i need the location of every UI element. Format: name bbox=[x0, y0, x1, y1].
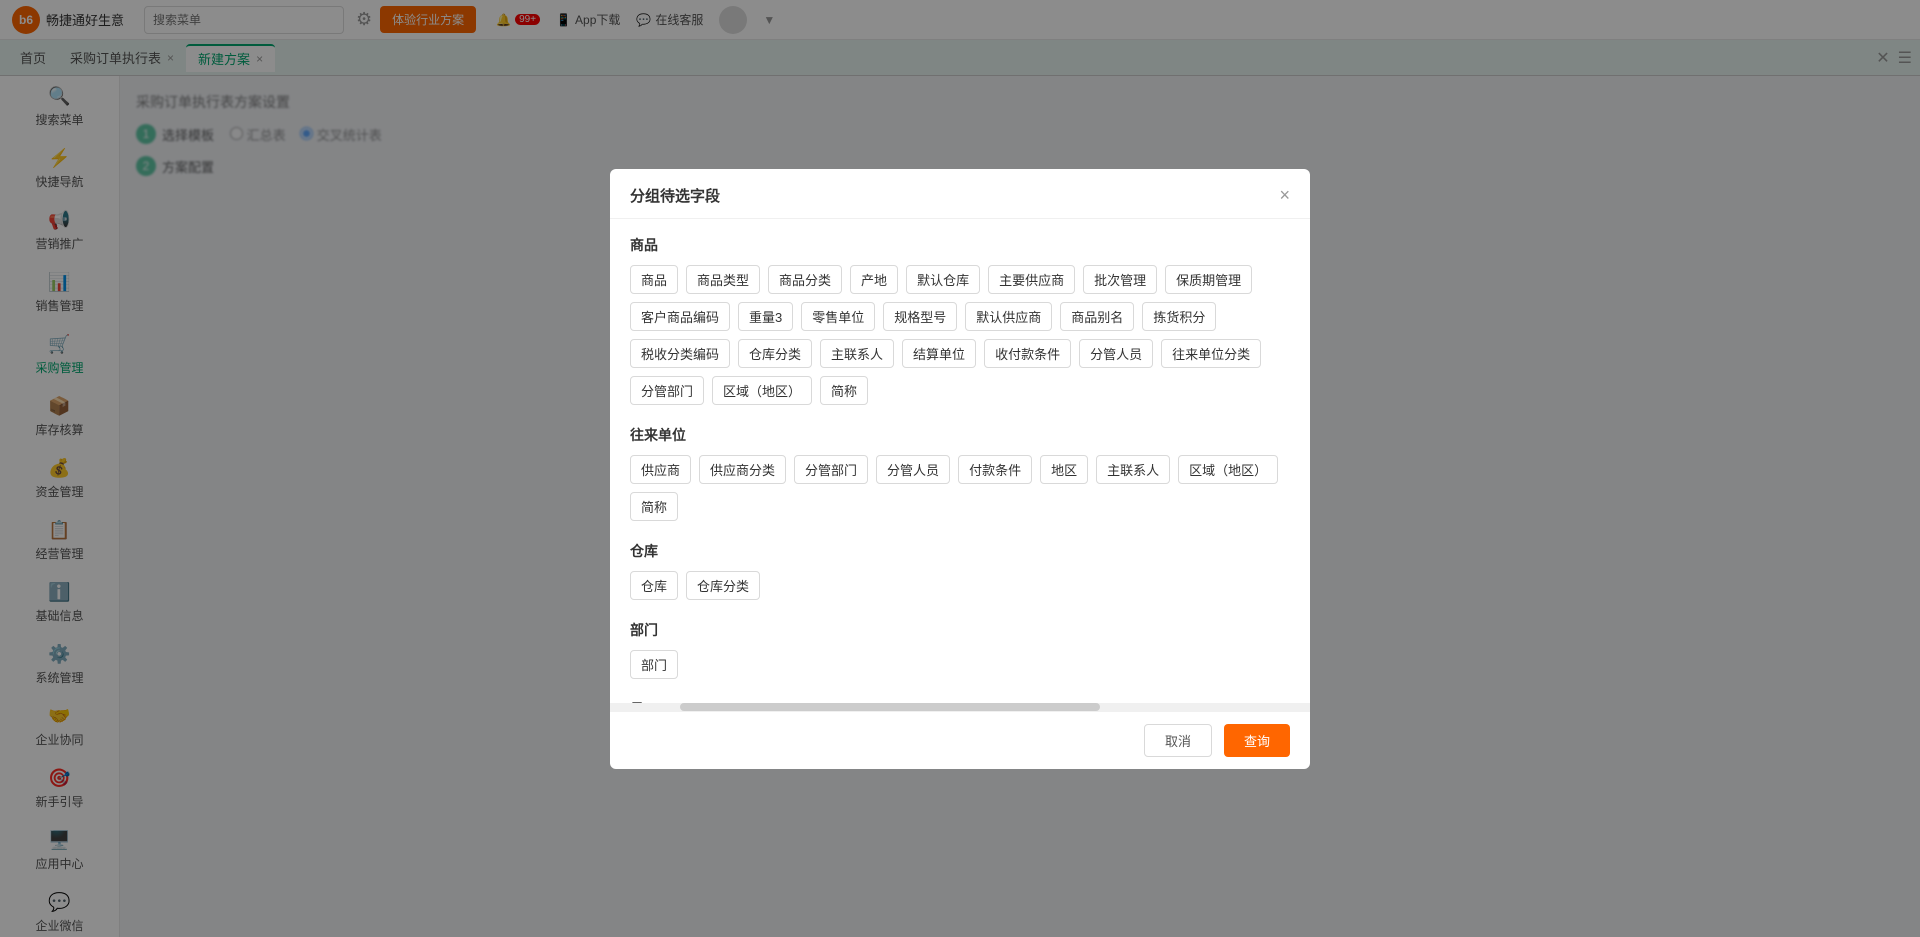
tag-goods-18[interactable]: 结算单位 bbox=[902, 339, 976, 368]
tag-warehouse-1[interactable]: 仓库分类 bbox=[686, 571, 760, 600]
section-department-tags: 部门 bbox=[630, 650, 1290, 679]
tag-goods-9[interactable]: 重量3 bbox=[738, 302, 793, 331]
scrollbar-thumb bbox=[680, 703, 1100, 711]
cancel-button[interactable]: 取消 bbox=[1144, 724, 1212, 757]
tag-goods-13[interactable]: 商品别名 bbox=[1060, 302, 1134, 331]
tag-goods-0[interactable]: 商品 bbox=[630, 265, 678, 294]
tag-goods-22[interactable]: 分管部门 bbox=[630, 376, 704, 405]
tag-department-0[interactable]: 部门 bbox=[630, 650, 678, 679]
modal-close-btn[interactable]: × bbox=[1279, 185, 1290, 206]
tag-goods-12[interactable]: 默认供应商 bbox=[965, 302, 1052, 331]
tag-goods-14[interactable]: 拣货积分 bbox=[1142, 302, 1216, 331]
tag-partner-1[interactable]: 供应商分类 bbox=[699, 455, 786, 484]
tag-goods-17[interactable]: 主联系人 bbox=[820, 339, 894, 368]
horizontal-scrollbar[interactable] bbox=[610, 703, 1310, 711]
tag-goods-11[interactable]: 规格型号 bbox=[883, 302, 957, 331]
tag-goods-15[interactable]: 税收分类编码 bbox=[630, 339, 730, 368]
tag-goods-4[interactable]: 默认仓库 bbox=[906, 265, 980, 294]
tag-goods-5[interactable]: 主要供应商 bbox=[988, 265, 1075, 294]
section-warehouse-tags: 仓库 仓库分类 bbox=[630, 571, 1290, 600]
tag-partner-4[interactable]: 付款条件 bbox=[958, 455, 1032, 484]
section-goods: 商品 商品 商品类型 商品分类 产地 默认仓库 主要供应商 批次管理 保质期管理… bbox=[630, 235, 1290, 405]
tag-partner-8[interactable]: 简称 bbox=[630, 492, 678, 521]
tag-goods-16[interactable]: 仓库分类 bbox=[738, 339, 812, 368]
section-goods-title: 商品 bbox=[630, 235, 1290, 255]
tag-goods-2[interactable]: 商品分类 bbox=[768, 265, 842, 294]
tag-partner-2[interactable]: 分管部门 bbox=[794, 455, 868, 484]
field-select-modal: 分组待选字段 × 商品 商品 商品类型 商品分类 产地 默认仓库 主要供应商 批… bbox=[610, 169, 1310, 769]
section-partner-tags: 供应商 供应商分类 分管部门 分管人员 付款条件 地区 主联系人 区域（地区） … bbox=[630, 455, 1290, 521]
tag-goods-7[interactable]: 保质期管理 bbox=[1165, 265, 1252, 294]
confirm-button[interactable]: 查询 bbox=[1224, 724, 1290, 757]
tag-goods-19[interactable]: 收付款条件 bbox=[984, 339, 1071, 368]
modal-body: 商品 商品 商品类型 商品分类 产地 默认仓库 主要供应商 批次管理 保质期管理… bbox=[610, 219, 1310, 703]
tag-goods-1[interactable]: 商品类型 bbox=[686, 265, 760, 294]
tag-partner-3[interactable]: 分管人员 bbox=[876, 455, 950, 484]
tag-goods-6[interactable]: 批次管理 bbox=[1083, 265, 1157, 294]
tag-goods-24[interactable]: 简称 bbox=[820, 376, 868, 405]
section-partner-title: 往来单位 bbox=[630, 425, 1290, 445]
modal-overlay[interactable]: 分组待选字段 × 商品 商品 商品类型 商品分类 产地 默认仓库 主要供应商 批… bbox=[0, 0, 1920, 937]
tag-partner-0[interactable]: 供应商 bbox=[630, 455, 691, 484]
modal-footer: 取消 查询 bbox=[610, 711, 1310, 769]
tag-partner-5[interactable]: 地区 bbox=[1040, 455, 1088, 484]
section-department: 部门 部门 bbox=[630, 620, 1290, 679]
tag-goods-23[interactable]: 区域（地区） bbox=[712, 376, 812, 405]
section-department-title: 部门 bbox=[630, 620, 1290, 640]
modal-header: 分组待选字段 × bbox=[610, 169, 1310, 219]
tag-partner-6[interactable]: 主联系人 bbox=[1096, 455, 1170, 484]
tag-goods-8[interactable]: 客户商品编码 bbox=[630, 302, 730, 331]
tag-warehouse-0[interactable]: 仓库 bbox=[630, 571, 678, 600]
section-partner: 往来单位 供应商 供应商分类 分管部门 分管人员 付款条件 地区 主联系人 区域… bbox=[630, 425, 1290, 521]
section-warehouse: 仓库 仓库 仓库分类 bbox=[630, 541, 1290, 600]
tag-goods-21[interactable]: 往来单位分类 bbox=[1161, 339, 1261, 368]
tag-goods-3[interactable]: 产地 bbox=[850, 265, 898, 294]
tag-goods-20[interactable]: 分管人员 bbox=[1079, 339, 1153, 368]
tag-goods-10[interactable]: 零售单位 bbox=[801, 302, 875, 331]
tag-partner-7[interactable]: 区域（地区） bbox=[1178, 455, 1278, 484]
section-warehouse-title: 仓库 bbox=[630, 541, 1290, 561]
modal-title: 分组待选字段 bbox=[630, 185, 720, 206]
section-goods-tags: 商品 商品类型 商品分类 产地 默认仓库 主要供应商 批次管理 保质期管理 客户… bbox=[630, 265, 1290, 405]
